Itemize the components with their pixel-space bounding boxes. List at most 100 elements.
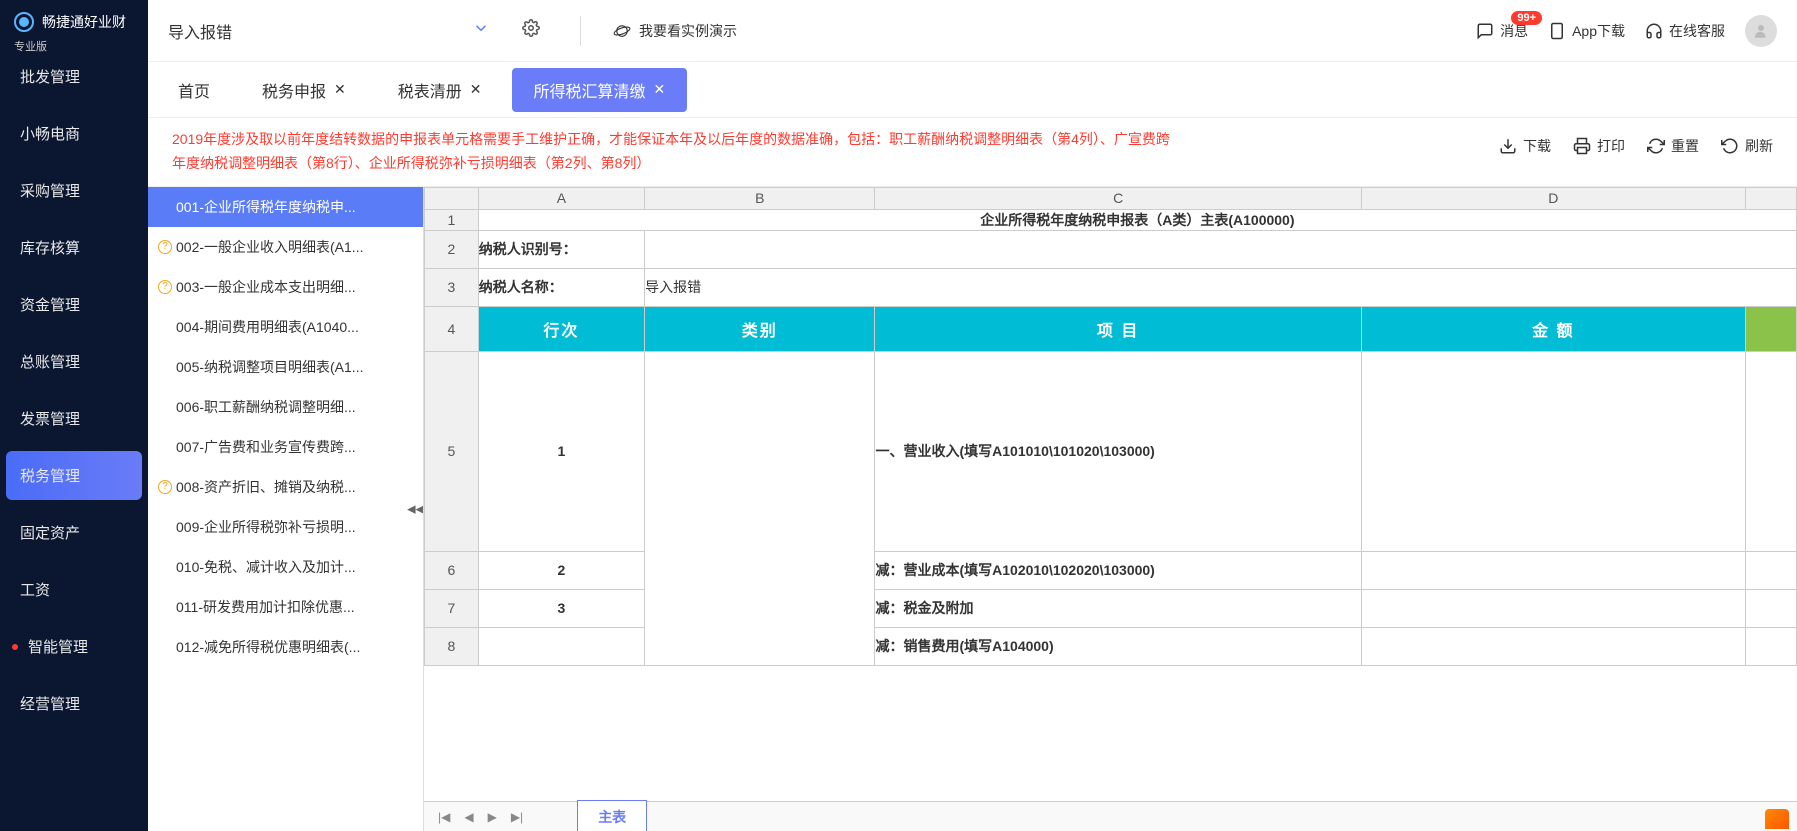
cell-extra-1[interactable] <box>1745 351 1796 551</box>
cell-line-1[interactable]: 1 <box>478 351 644 551</box>
cell-item-1[interactable]: 一、营业收入(填写A101010\101020\103000) <box>875 351 1361 551</box>
nav-item-wholesale[interactable]: 批发管理 <box>0 62 148 105</box>
cell-line-2[interactable]: 2 <box>478 551 644 589</box>
nav-item-business[interactable]: 经营管理 <box>0 675 148 732</box>
cell-item-2[interactable]: 减：营业成本(填写A102010\102020\103000) <box>875 551 1361 589</box>
reset-icon <box>1647 137 1665 155</box>
form-item-002[interactable]: ?002-一般企业收入明细表(A1... <box>148 227 423 267</box>
orange-badge-icon[interactable] <box>1765 809 1789 829</box>
form-item-011[interactable]: 011-研发费用加计扣除优惠... <box>148 587 423 627</box>
collapse-left-icon[interactable]: ◀◀ <box>407 500 424 517</box>
sheet-tab-main[interactable]: 主表 <box>577 800 647 831</box>
nav-item-ai[interactable]: 智能管理 <box>0 618 148 675</box>
col-header-c[interactable]: C <box>875 187 1361 209</box>
dot-marker-icon <box>12 644 18 650</box>
nav-item-assets[interactable]: 固定资产 <box>0 504 148 561</box>
table-header-category[interactable]: 类别 <box>645 306 875 351</box>
row-header-4[interactable]: 4 <box>425 306 479 351</box>
demo-link[interactable]: 我要看实例演示 <box>613 21 737 41</box>
table-header-line[interactable]: 行次 <box>478 306 644 351</box>
nav-item-purchase[interactable]: 采购管理 <box>0 162 148 219</box>
col-header-d[interactable]: D <box>1361 187 1745 209</box>
close-icon[interactable]: ✕ <box>470 81 482 98</box>
form-item-007[interactable]: 007-广告费和业务宣传费跨... <box>148 427 423 467</box>
cell-extra-3[interactable] <box>1745 589 1796 627</box>
nav-item-inventory[interactable]: 库存核算 <box>0 219 148 276</box>
form-item-009[interactable]: 009-企业所得税弥补亏损明... <box>148 507 423 547</box>
form-item-008[interactable]: ?008-资产折旧、摊销及纳税... <box>148 467 423 507</box>
taxpayer-name-value[interactable]: 导入报错 <box>645 268 1797 306</box>
form-item-005[interactable]: 005-纳税调整项目明细表(A1... <box>148 347 423 387</box>
taxpayer-id-value[interactable] <box>645 230 1797 268</box>
sheet-nav-prev-icon[interactable]: ◀ <box>458 808 479 826</box>
cell-extra-2[interactable] <box>1745 551 1796 589</box>
col-header-extra[interactable] <box>1745 187 1796 209</box>
cell-item-3[interactable]: 减：税金及附加 <box>875 589 1361 627</box>
nav-item-ecommerce[interactable]: 小畅电商 <box>0 105 148 162</box>
taxpayer-id-label[interactable]: 纳税人识别号： <box>478 230 644 268</box>
table-header-amount[interactable]: 金 额 <box>1361 306 1745 351</box>
main-area: 导入报错 我要看实例演示 消息 99+ <box>148 0 1797 831</box>
col-header-b[interactable]: B <box>645 187 875 209</box>
user-avatar[interactable] <box>1745 15 1777 47</box>
form-item-010[interactable]: 010-免税、减计收入及加计... <box>148 547 423 587</box>
refresh-button[interactable]: 刷新 <box>1721 136 1773 156</box>
message-icon <box>1476 22 1494 40</box>
cell-item-4[interactable]: 减：销售费用(填写A104000) <box>875 627 1361 665</box>
row-header-5[interactable]: 5 <box>425 351 479 551</box>
sheet-nav-first-icon[interactable]: |◀ <box>432 808 456 826</box>
logo-icon <box>12 10 36 34</box>
gear-icon[interactable] <box>514 15 548 46</box>
toolbar: 2019年度涉及取以前年度结转数据的申报表单元格需要手工维护正确，才能保证本年及… <box>148 118 1797 187</box>
nav-item-salary[interactable]: 工资 <box>0 561 148 618</box>
row-header-3[interactable]: 3 <box>425 268 479 306</box>
sheet-nav-last-icon[interactable]: ▶| <box>505 808 529 826</box>
print-button[interactable]: 打印 <box>1573 136 1625 156</box>
cell-category[interactable] <box>645 351 875 665</box>
row-header-2[interactable]: 2 <box>425 230 479 268</box>
row-header-8[interactable]: 8 <box>425 627 479 665</box>
taxpayer-name-label[interactable]: 纳税人名称： <box>478 268 644 306</box>
cell-line-4[interactable] <box>478 627 644 665</box>
tab-income-tax[interactable]: 所得税汇算清缴✕ <box>512 68 688 112</box>
download-button[interactable]: 下载 <box>1499 136 1551 156</box>
form-item-003[interactable]: ?003-一般企业成本支出明细... <box>148 267 423 307</box>
reset-button[interactable]: 重置 <box>1647 136 1699 156</box>
close-icon[interactable]: ✕ <box>334 81 346 98</box>
form-item-004[interactable]: 004-期间费用明细表(A1040... <box>148 307 423 347</box>
sheet-nav-next-icon[interactable]: ▶ <box>482 808 503 826</box>
col-header-a[interactable]: A <box>478 187 644 209</box>
cell-amount-3[interactable] <box>1361 589 1745 627</box>
cell-amount-1[interactable] <box>1361 351 1745 551</box>
nav-item-tax[interactable]: 税务管理 <box>6 451 142 500</box>
table-header-item[interactable]: 项 目 <box>875 306 1361 351</box>
row-header-1[interactable]: 1 <box>425 209 479 230</box>
nav-item-invoice[interactable]: 发票管理 <box>0 390 148 447</box>
tab-tax-list[interactable]: 税表清册✕ <box>376 68 504 112</box>
row-header-6[interactable]: 6 <box>425 551 479 589</box>
close-icon[interactable]: ✕ <box>654 81 666 98</box>
nav-item-ledger[interactable]: 总账管理 <box>0 333 148 390</box>
app-download-button[interactable]: App下载 <box>1548 21 1625 41</box>
print-icon <box>1573 137 1591 155</box>
messages-button[interactable]: 消息 99+ <box>1476 21 1528 41</box>
spreadsheet-area: A B C D 1 企业所得税年度纳税申报表（A类）主表(A100000) 2 <box>424 187 1797 831</box>
tab-home[interactable]: 首页 <box>156 68 232 112</box>
cell-amount-4[interactable] <box>1361 627 1745 665</box>
cell-line-3[interactable]: 3 <box>478 589 644 627</box>
form-item-012[interactable]: 012-减免所得税优惠明细表(... <box>148 627 423 667</box>
cell-amount-2[interactable] <box>1361 551 1745 589</box>
sheet-corner[interactable] <box>425 187 479 209</box>
form-item-001[interactable]: 001-企业所得税年度纳税申... <box>148 187 423 227</box>
brand-logo: 畅捷通好业财 <box>0 0 148 38</box>
sheet-title[interactable]: 企业所得税年度纳税申报表（A类）主表(A100000) <box>478 209 1796 230</box>
customer-service-button[interactable]: 在线客服 <box>1645 21 1725 41</box>
cell-extra-4[interactable] <box>1745 627 1796 665</box>
table-header-extra[interactable] <box>1745 306 1796 351</box>
spreadsheet-grid[interactable]: A B C D 1 企业所得税年度纳税申报表（A类）主表(A100000) 2 <box>424 187 1797 801</box>
row-header-7[interactable]: 7 <box>425 589 479 627</box>
tab-tax-declare[interactable]: 税务申报✕ <box>240 68 368 112</box>
form-item-006[interactable]: 006-职工薪酬纳税调整明细... <box>148 387 423 427</box>
chevron-down-icon[interactable] <box>464 15 498 46</box>
nav-item-funds[interactable]: 资金管理 <box>0 276 148 333</box>
